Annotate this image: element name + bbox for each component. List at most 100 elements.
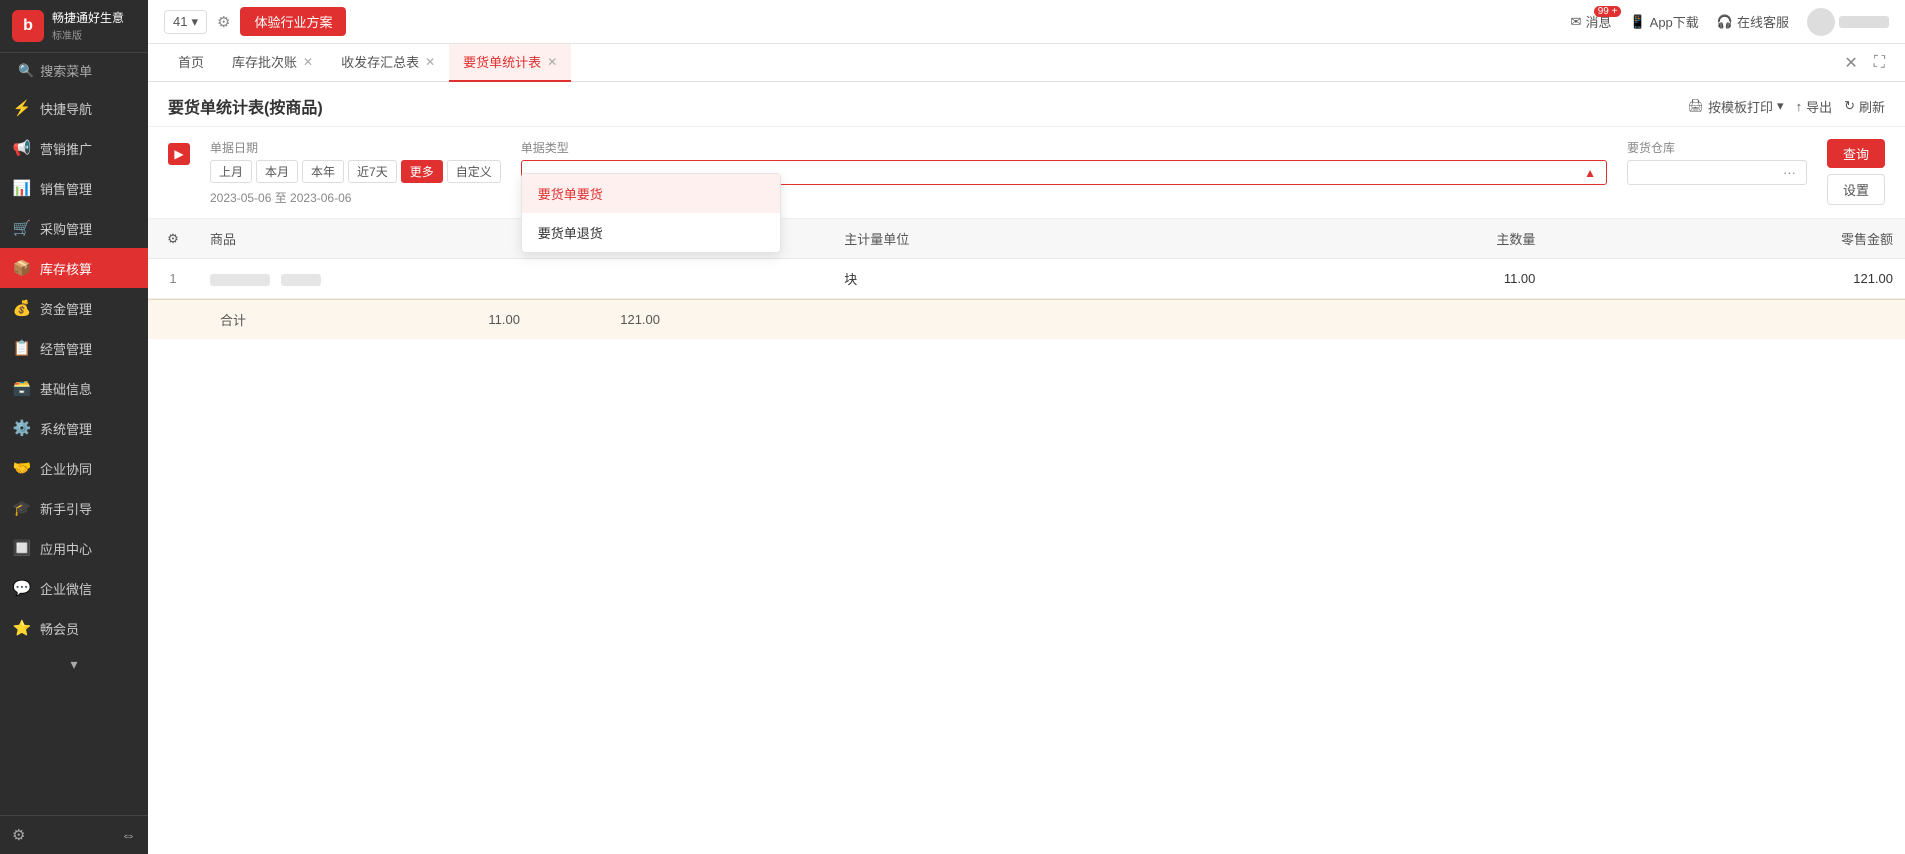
product-placeholder-1: [210, 274, 270, 286]
print-button[interactable]: 🖨 按模板打印 ▾: [1688, 97, 1784, 116]
close-all-btn[interactable]: ✕: [1840, 51, 1861, 75]
sidebar-item-wechat[interactable]: 💬 企业微信: [0, 568, 148, 608]
table-container: ⚙ 商品 主计量单位 主数量 零售金额 1: [148, 219, 1905, 299]
user-avatar-item[interactable]: [1807, 8, 1889, 36]
export-icon: ↑: [1796, 99, 1803, 114]
tab-batch-account-close[interactable]: ✕: [303, 55, 313, 69]
dropdown-item-requisition[interactable]: 要货单要货: [522, 174, 780, 213]
export-button[interactable]: ↑ 导出: [1796, 97, 1833, 116]
search-menu[interactable]: 🔍 搜索菜单: [0, 53, 148, 88]
row-product: [198, 259, 832, 299]
trial-btn[interactable]: 体验行业方案: [240, 7, 346, 36]
search-menu-label: 搜索菜单: [40, 61, 92, 80]
row-index: 1: [148, 259, 198, 299]
gear-button[interactable]: ⚙: [217, 13, 230, 31]
chevron-up-icon: ▲: [1584, 166, 1596, 180]
filter-date-group: 单据日期 上月 本月 本年 近7天 更多 自定义 2023-05-06 至 20…: [210, 139, 501, 206]
sales-icon: 📊: [12, 178, 32, 198]
logo-icon: b: [12, 10, 44, 42]
tab-home[interactable]: 首页: [164, 44, 218, 82]
collapse-icon[interactable]: ⇔: [121, 827, 136, 844]
breadcrumb-select[interactable]: 41 ▾: [164, 10, 207, 34]
sidebar-logo: b 畅捷通好生意 标准版: [0, 0, 148, 53]
print-label: 按模板打印: [1708, 97, 1773, 116]
sidebar-scroll-down[interactable]: ▾: [0, 648, 148, 681]
settings-button[interactable]: 设置: [1827, 174, 1885, 205]
date-btn-this-year[interactable]: 本年: [302, 160, 344, 183]
sidebar-item-enterprise[interactable]: 🤝 企业协同: [0, 448, 148, 488]
sidebar-item-label: 畅会员: [40, 619, 79, 638]
tab-requisition-stats-label: 要货单统计表: [463, 52, 541, 71]
main-area: 41 ▾ ⚙ 体验行业方案 ✉ 消息 99 + 📱 App下载 🎧 在线客服: [148, 0, 1905, 854]
product-placeholder-2: [281, 274, 321, 286]
table-row: 1 块 11.00 121.00: [148, 259, 1905, 299]
col-quantity: 主数量: [1251, 219, 1547, 259]
sidebar-bottom: ⚙ ⇔: [0, 815, 148, 854]
col-settings[interactable]: ⚙: [148, 219, 198, 259]
header-left: 41 ▾ ⚙ 体验行业方案: [164, 7, 346, 36]
sidebar-item-member[interactable]: ⭐ 畅会员: [0, 608, 148, 648]
ellipsis-icon[interactable]: ···: [1783, 165, 1796, 180]
messages-badge: 99 +: [1594, 6, 1622, 17]
refresh-button[interactable]: ↻ 刷新: [1844, 97, 1885, 116]
footer-quantity: 11.00: [380, 312, 520, 327]
sidebar-item-guide[interactable]: 🎓 新手引导: [0, 488, 148, 528]
tab-receipt-summary-label: 收发存汇总表: [341, 52, 419, 71]
page-title-row: 要货单统计表(按商品) 🖨 按模板打印 ▾ ↑ 导出 ↻ 刷新: [148, 82, 1905, 127]
refresh-label: 刷新: [1859, 97, 1885, 116]
sidebar-item-label: 基础信息: [40, 379, 92, 398]
expand-tabs-btn[interactable]: ⛶: [1870, 52, 1889, 74]
filter-type-group: 单据类型 ▲ 要货单要货 要货单退货: [521, 139, 1607, 185]
member-icon: ⭐: [12, 618, 32, 638]
sidebar-item-quick-nav[interactable]: ⚡ 快捷导航: [0, 88, 148, 128]
header-right: ✉ 消息 99 + 📱 App下载 🎧 在线客服: [1571, 8, 1889, 36]
sidebar-item-label: 采购管理: [40, 219, 92, 238]
sidebar-item-marketing[interactable]: 📢 营销推广: [0, 128, 148, 168]
date-btn-more[interactable]: 更多: [401, 160, 443, 183]
messages-item[interactable]: ✉ 消息 99 +: [1571, 12, 1612, 31]
tab-receipt-summary-close[interactable]: ✕: [425, 55, 435, 69]
app-download-item[interactable]: 📱 App下载: [1629, 12, 1698, 31]
online-service-item[interactable]: 🎧 在线客服: [1717, 12, 1789, 31]
dropdown-item-return[interactable]: 要货单退货: [522, 213, 780, 252]
tab-receipt-summary[interactable]: 收发存汇总表 ✕: [327, 44, 449, 82]
sidebar-item-sales[interactable]: 📊 销售管理: [0, 168, 148, 208]
inventory-icon: 📦: [12, 258, 32, 278]
sidebar-item-system[interactable]: ⚙️ 系统管理: [0, 408, 148, 448]
app-version: 标准版: [52, 27, 124, 42]
sidebar-item-purchase[interactable]: 🛒 采购管理: [0, 208, 148, 248]
sidebar-item-inventory[interactable]: 📦 库存核算: [0, 248, 148, 288]
date-btn-7days[interactable]: 近7天: [348, 160, 397, 183]
tab-batch-account[interactable]: 库存批次账 ✕: [218, 44, 327, 82]
headset-icon: 🎧: [1717, 14, 1733, 30]
online-service-label: 在线客服: [1737, 12, 1789, 31]
row-quantity[interactable]: 11.00: [1251, 259, 1547, 299]
date-btn-last-month[interactable]: 上月: [210, 160, 252, 183]
sidebar: b 畅捷通好生意 标准版 🔍 搜索菜单 ⚡ 快捷导航 📢 营销推广 📊 销售管理…: [0, 0, 148, 854]
type-dropdown: 要货单要货 要货单退货: [521, 173, 781, 253]
scroll-down-button[interactable]: ▾: [0, 652, 148, 677]
tab-requisition-stats-close[interactable]: ✕: [547, 55, 557, 69]
app-name: 畅捷通好生意: [52, 10, 124, 27]
print-chevron: ▾: [1777, 98, 1784, 114]
sidebar-item-app-center[interactable]: 🔲 应用中心: [0, 528, 148, 568]
row-amount[interactable]: 121.00: [1547, 259, 1905, 299]
settings-icon[interactable]: ⚙: [12, 826, 25, 844]
wechat-icon: 💬: [12, 578, 32, 598]
warehouse-input[interactable]: ···: [1627, 160, 1807, 185]
sidebar-item-basic-info[interactable]: 🗃️ 基础信息: [0, 368, 148, 408]
page-content: 要货单统计表(按商品) 🖨 按模板打印 ▾ ↑ 导出 ↻ 刷新 ▶: [148, 82, 1905, 854]
date-btn-custom[interactable]: 自定义: [447, 160, 501, 183]
filter-warehouse-group: 要货仓库 ···: [1627, 139, 1807, 185]
tab-requisition-stats[interactable]: 要货单统计表 ✕: [449, 44, 571, 82]
col-amount: 零售金额: [1547, 219, 1905, 259]
date-btn-this-month[interactable]: 本月: [256, 160, 298, 183]
refresh-icon: ↻: [1844, 98, 1855, 114]
sidebar-item-operations[interactable]: 📋 经营管理: [0, 328, 148, 368]
sidebar-item-finance[interactable]: 💰 资金管理: [0, 288, 148, 328]
query-button[interactable]: 查询: [1827, 139, 1885, 168]
breadcrumb-num: 41: [173, 14, 187, 29]
username: [1839, 16, 1889, 28]
footer-label: 合计: [160, 310, 380, 329]
filter-toggle-button[interactable]: ▶: [168, 143, 190, 165]
